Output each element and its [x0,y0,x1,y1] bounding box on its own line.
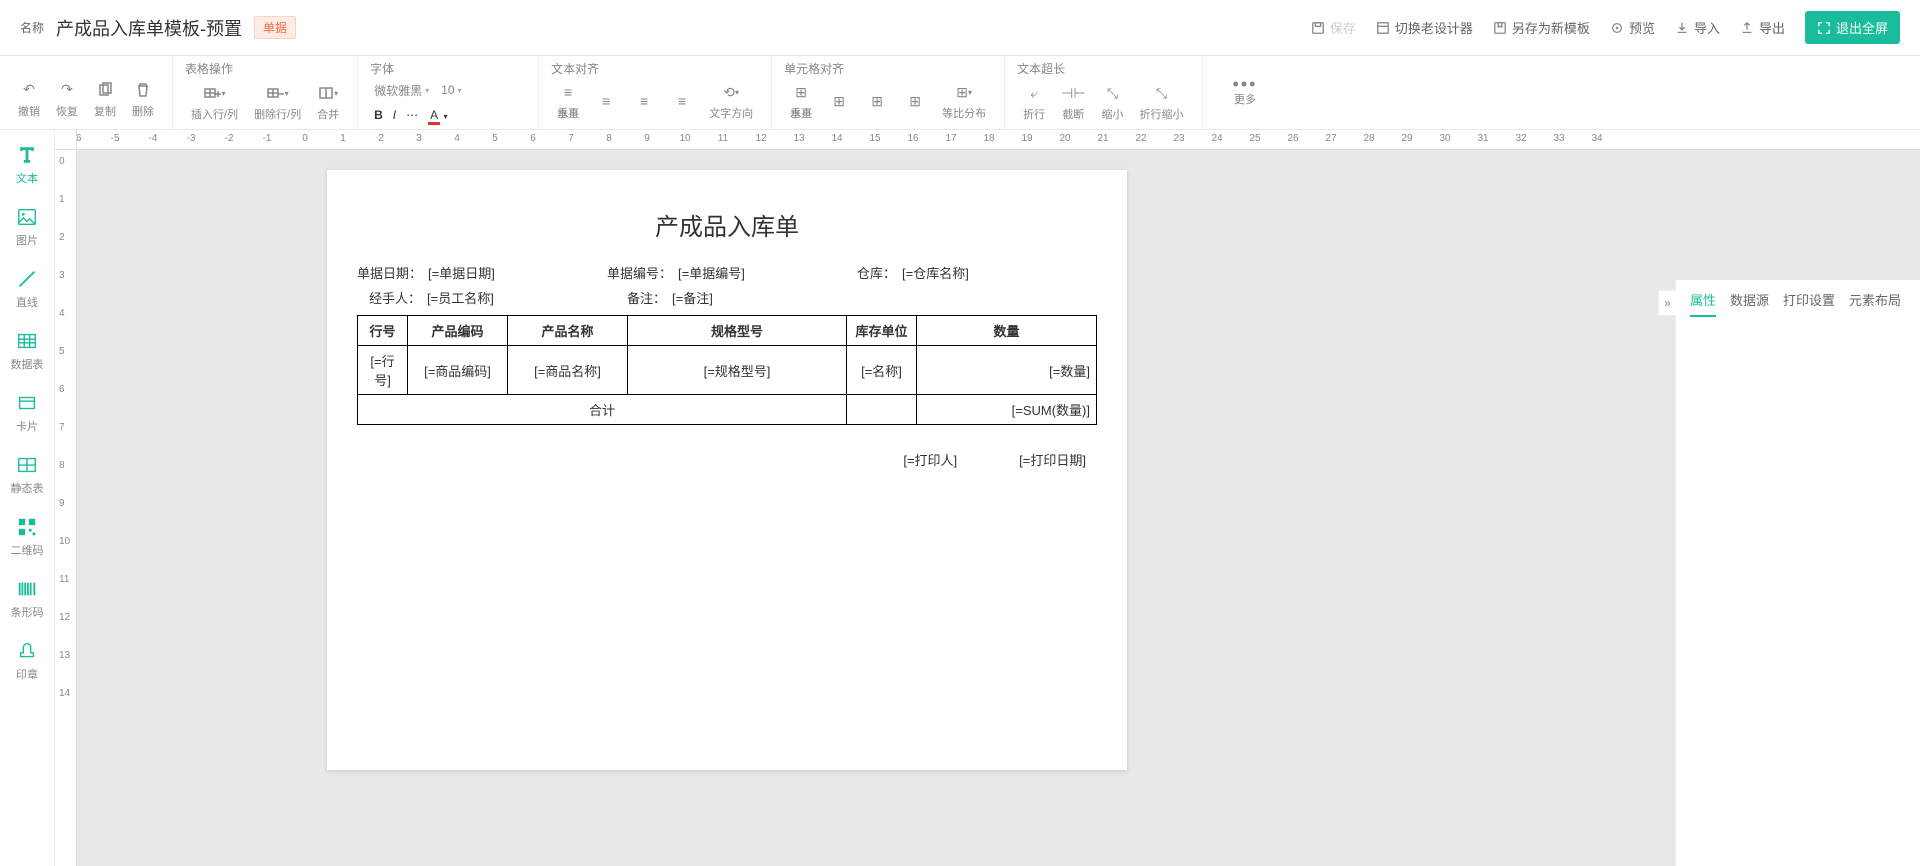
warehouse-label: 仓库： [857,263,896,282]
canvas[interactable]: 产成品入库单 单据日期： [=单据日期] 单据编号： [=单据编号] 仓库： [=仓库… [77,150,1920,866]
tab-datasource[interactable]: 数据源 [1730,290,1769,317]
sidebar-text[interactable]: 文本 [16,144,38,186]
panel-collapse-button[interactable]: » [1658,290,1676,316]
footer-printer[interactable]: [=打印人] [892,445,968,474]
td-total-unit[interactable] [847,395,917,425]
save-label: 保存 [1330,18,1356,37]
sidebar-qrcode[interactable]: 二维码 [11,516,44,558]
text-valign-button[interactable]: 垂直 [549,101,587,123]
wrap-shrink-button[interactable]: ⤡折行缩小 [1132,80,1192,124]
document-title[interactable]: 产成品入库单 [557,200,897,249]
sidebar-card[interactable]: 卡片 [16,392,38,434]
td-total-label[interactable]: 合计 [358,395,847,425]
ruler-vertical: 01234567891011121314 [55,150,77,866]
ruler-corner [55,130,77,150]
cell-valign-button[interactable]: 垂直 [782,101,820,123]
import-button[interactable]: 导入 [1675,18,1720,37]
td-row-no[interactable]: [=行号] [358,346,408,395]
ruler-horizontal: -6-5-4-3-2-10123456789101112131415161718… [77,130,1920,150]
td-unit[interactable]: [=名称] [847,346,917,395]
sidebar-line[interactable]: 直线 [16,268,38,310]
warehouse-value[interactable]: [=仓库名称] [902,263,969,282]
handler-value[interactable]: [=员工名称] [427,288,494,307]
element-sidebar: 文本 图片 直线 数据表 卡片 静态表 二维码 条形码 印章 [0,130,55,866]
ribbon-toolbar: ↶撤销 ↷恢复 复制 删除 表格操作 ▾插入行/列 ▾删除行/列 ▾合并 字体 … [0,56,1920,130]
group-title-font: 字体 [368,56,528,79]
template-title: 产成品入库单模板-预置 [56,15,242,41]
italic-button[interactable]: I [393,108,396,122]
tab-print-settings[interactable]: 打印设置 [1783,290,1835,317]
group-title-text-overflow: 文本超长 [1015,56,1191,79]
sidebar-data-table[interactable]: 数据表 [11,330,44,372]
property-panel: » 属性 数据源 打印设置 元素布局 [1675,280,1920,866]
font-color-button[interactable]: A ▾ [428,108,447,122]
bold-button[interactable]: B [374,108,383,122]
th-spec[interactable]: 规格型号 [628,316,847,346]
delete-row-col-button[interactable]: ▾删除行/列 [246,80,309,124]
sidebar-barcode[interactable]: 条形码 [11,578,44,620]
font-size-select[interactable]: 10▾ [435,83,467,97]
save-button[interactable]: 保存 [1311,18,1356,37]
th-row-no[interactable]: 行号 [358,316,408,346]
footer-print-date[interactable]: [=打印日期] [1008,445,1097,474]
more-icon: ••• [1233,79,1258,89]
td-qty[interactable]: [=数量] [917,346,1097,395]
sidebar-stamp[interactable]: 印章 [16,640,38,682]
td-spec[interactable]: [=规格型号] [628,346,847,395]
bill-date-value[interactable]: [=单据日期] [428,263,495,282]
sidebar-image[interactable]: 图片 [16,206,38,248]
th-product-code[interactable]: 产品编码 [408,316,508,346]
group-title-cell-align: 单元格对齐 [782,56,994,79]
preview-button[interactable]: 预览 [1610,18,1655,37]
bill-no-value[interactable]: [=单据编号] [678,263,745,282]
remark-value[interactable]: [=备注] [672,288,713,307]
bill-no-label: 单据编号： [607,263,672,282]
undo-button[interactable]: ↶撤销 [10,77,48,121]
shrink-button[interactable]: ⤡缩小 [1094,80,1132,124]
switch-designer-button[interactable]: 切换老设计器 [1376,18,1473,37]
data-table[interactable]: 行号 产品编码 产品名称 规格型号 库存单位 数量 [=行号] [=商品编码] … [357,315,1097,425]
td-product-code[interactable]: [=商品编码] [408,346,508,395]
save-as-template-label: 另存为新模板 [1512,18,1590,37]
export-label: 导出 [1759,18,1785,37]
switch-designer-label: 切换老设计器 [1395,18,1473,37]
insert-row-col-button[interactable]: ▾插入行/列 [183,80,246,124]
underline-button[interactable]: ⋯ [406,108,418,122]
tab-properties[interactable]: 属性 [1690,290,1716,317]
copy-button[interactable]: 复制 [86,77,124,121]
truncate-button[interactable]: ⊣⊢截断 [1053,80,1093,124]
group-title-table-ops: 表格操作 [183,56,347,79]
table-total-row[interactable]: 合计 [=SUM(数量)] [358,395,1097,425]
exit-fullscreen-button[interactable]: 退出全屏 [1805,11,1900,44]
page[interactable]: 产成品入库单 单据日期： [=单据日期] 单据编号： [=单据编号] 仓库： [=仓库… [327,170,1127,770]
th-product-name[interactable]: 产品名称 [508,316,628,346]
export-button[interactable]: 导出 [1740,18,1785,37]
remark-label: 备注： [627,288,666,307]
sidebar-static-table[interactable]: 静态表 [11,454,44,496]
workspace: -6-5-4-3-2-10123456789101112131415161718… [55,130,1920,866]
th-unit[interactable]: 库存单位 [847,316,917,346]
th-qty[interactable]: 数量 [917,316,1097,346]
delete-button[interactable]: 删除 [124,77,162,121]
exit-fullscreen-label: 退出全屏 [1836,18,1888,37]
tab-element-layout[interactable]: 元素布局 [1849,290,1901,317]
font-family-select[interactable]: 微软雅黑▾ [368,82,435,99]
more-button[interactable]: ••• 更多 [1225,77,1266,109]
group-title-text-align: 文本对齐 [549,56,761,79]
save-as-template-button[interactable]: 另存为新模板 [1493,18,1590,37]
import-label: 导入 [1694,18,1720,37]
td-total-qty[interactable]: [=SUM(数量)] [917,395,1097,425]
handler-label: 经手人： [369,288,421,307]
wrap-button[interactable]: ⤶折行 [1015,80,1053,124]
table-data-row[interactable]: [=行号] [=商品编码] [=商品名称] [=规格型号] [=名称] [=数量… [358,346,1097,395]
merge-cells-button[interactable]: ▾合并 [309,80,347,124]
td-product-name[interactable]: [=商品名称] [508,346,628,395]
template-type-badge: 单据 [254,16,296,39]
app-header: 名称 产成品入库单模板-预置 单据 保存 切换老设计器 另存为新模板 预览 导入… [0,0,1920,56]
preview-label: 预览 [1629,18,1655,37]
bill-date-label: 单据日期： [357,263,422,282]
redo-button[interactable]: ↷恢复 [48,77,86,121]
template-name-label: 名称 [20,19,44,36]
